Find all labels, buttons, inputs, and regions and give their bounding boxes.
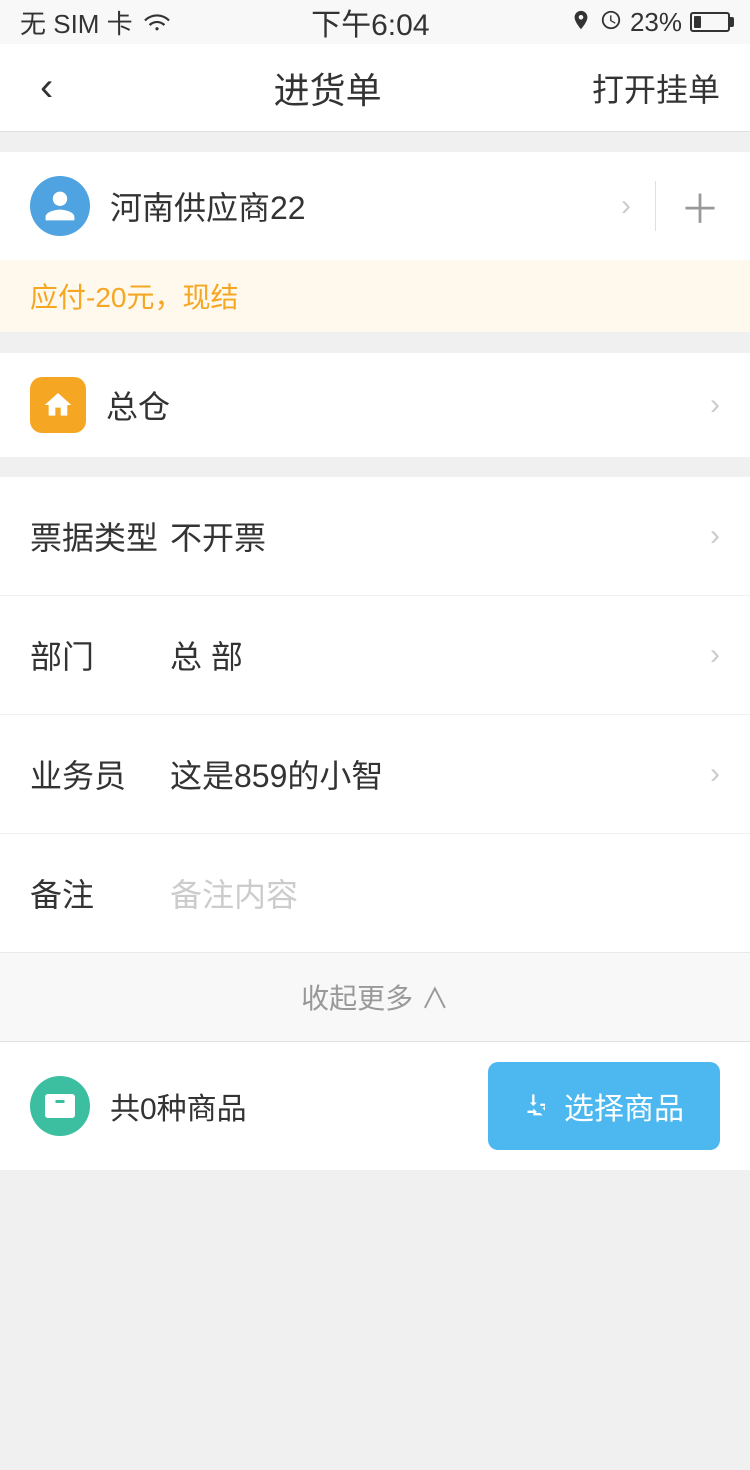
invoice-type-row[interactable]: 票据类型 不开票 › [0,477,750,596]
back-button[interactable]: ‹ [30,55,63,120]
select-product-label: 选择商品 [564,1084,684,1128]
open-pending-button[interactable]: 打开挂单 [592,65,720,111]
alarm-icon [600,7,622,38]
invoice-type-chevron-icon: › [710,519,720,553]
warehouse-row[interactable]: 总仓 › [0,352,750,457]
warehouse-chevron-icon: › [710,388,720,422]
battery-icon [690,12,730,32]
divider [655,181,656,231]
add-supplier-button[interactable]: ＋ [680,177,720,235]
remark-input[interactable]: 备注内容 [170,870,720,916]
supplier-actions: › ＋ [621,177,720,235]
supplier-name: 河南供应商22 [110,183,621,229]
notice-banner: 应付-20元，现结 [0,260,750,332]
supplier-chevron-icon: › [621,189,631,223]
dept-value: 总 部 [170,632,710,678]
bottom-bar: 共0种商品 选择商品 [0,1041,750,1170]
supplier-row[interactable]: 河南供应商22 › ＋ [0,152,750,260]
dept-label: 部门 [30,632,170,678]
battery-percent-text: 23% [630,7,682,38]
carrier-text: 无 SIM 卡 [20,4,133,41]
select-product-icon [524,1092,552,1120]
product-count: 共0种商品 [110,1084,468,1128]
nav-bar: ‹ 进货单 打开挂单 [0,44,750,132]
dept-chevron-icon: › [710,638,720,672]
page-background [0,1170,750,1470]
page-title: 进货单 [274,62,382,114]
location-icon [570,7,592,38]
salesperson-row[interactable]: 业务员 这是859的小智 › [0,715,750,834]
status-carrier: 无 SIM 卡 [20,4,171,41]
dept-row[interactable]: 部门 总 部 › [0,596,750,715]
collapse-button[interactable]: 收起更多 ∧ [0,952,750,1041]
form-section: 票据类型 不开票 › 部门 总 部 › 业务员 这是859的小智 › 备注 备注… [0,477,750,952]
supplier-section: 河南供应商22 › ＋ 应付-20元，现结 [0,152,750,332]
salesperson-value: 这是859的小智 [170,751,710,797]
warehouse-name: 总仓 [106,382,710,428]
status-bar: 无 SIM 卡 下午6:04 23% [0,0,750,44]
invoice-type-label: 票据类型 [30,513,170,559]
warehouse-icon [30,377,86,433]
select-product-button[interactable]: 选择商品 [488,1062,720,1150]
collapse-label: 收起更多 ∧ [301,977,449,1017]
status-right: 23% [570,7,730,38]
salesperson-label: 业务员 [30,751,170,797]
remark-label: 备注 [30,870,170,916]
section-gap-1 [0,132,750,152]
invoice-type-value: 不开票 [170,513,710,559]
product-icon [30,1076,90,1136]
supplier-avatar [30,176,90,236]
status-time: 下午6:04 [311,0,429,44]
salesperson-chevron-icon: › [710,757,720,791]
remark-row[interactable]: 备注 备注内容 [0,834,750,952]
wifi-icon [143,7,171,38]
section-gap-2 [0,332,750,352]
